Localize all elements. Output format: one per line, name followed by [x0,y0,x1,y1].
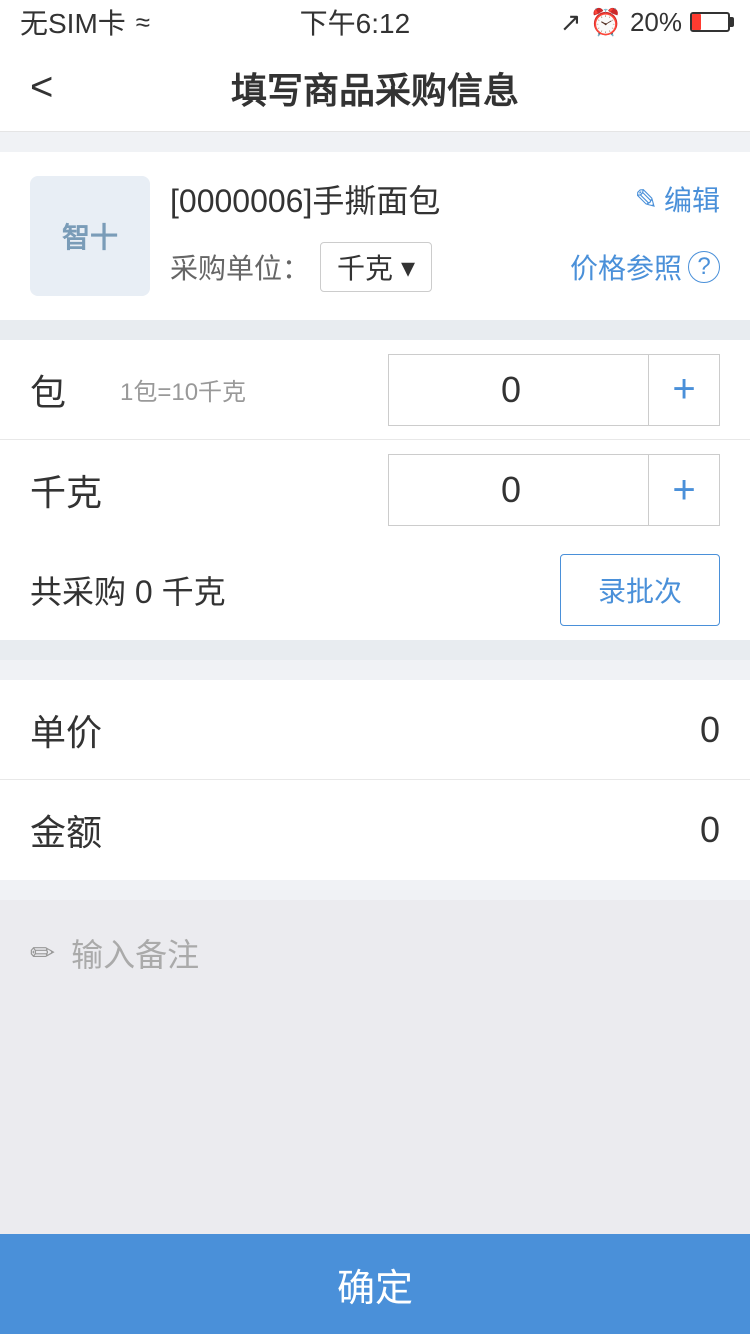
price-section: 单价 0 金额 0 [0,680,750,880]
bag-label: 包 [30,364,110,416]
section-divider-1 [0,320,750,340]
bag-input-controls: + [388,354,720,426]
wifi-icon: ≈ [136,7,150,38]
product-name-row: [0000006]手撕面包 ✎ 编辑 [170,176,720,222]
pencil-icon: ✏ [30,936,55,971]
status-left: 无SIM卡 ≈ [20,2,150,42]
product-unit-row: 采购单位： 千克 ▾ 价格参照 ? [170,242,720,292]
section-divider-2 [0,640,750,660]
product-name: [0000006]手撕面包 [170,176,440,222]
kg-input-row: 千克 + [0,440,750,540]
summary-text: 共采购 0 千克 [30,567,226,613]
edit-button[interactable]: ✎ 编辑 [635,179,720,219]
bag-quantity-input[interactable] [388,354,648,426]
nav-bar: < 填写商品采购信息 [0,44,750,132]
bottom-filler [0,1006,750,1234]
back-button[interactable]: < [30,65,53,110]
status-right: ↗ ⏰ 20% [560,7,730,38]
bag-input-row: 包 1包=10千克 + [0,340,750,440]
battery-percent: 20% [630,7,682,38]
kg-label: 千克 [30,464,110,516]
confirm-button[interactable]: 确定 [0,1234,750,1334]
unit-price-label: 单价 [30,704,102,756]
unit-price-row: 单价 0 [0,680,750,780]
alarm-icon: ⏰ [590,7,622,38]
bag-plus-button[interactable]: + [648,354,720,426]
page-title: 填写商品采购信息 [231,62,519,114]
unit-price-value: 0 [700,709,720,751]
product-thumbnail: 智十 [30,176,150,296]
note-placeholder: 输入备注 [71,930,199,976]
price-ref-button[interactable]: 价格参照 ? [570,247,720,287]
product-card: 智十 [0000006]手撕面包 ✎ 编辑 采购单位： 千克 ▾ [0,152,750,320]
bag-sub-label: 1包=10千克 [120,372,246,407]
record-batch-button[interactable]: 录批次 [560,554,720,626]
help-icon: ? [688,251,720,283]
note-section[interactable]: ✏ 输入备注 [0,900,750,1006]
record-batch-label: 录批次 [598,570,682,610]
product-info: [0000006]手撕面包 ✎ 编辑 采购单位： 千克 ▾ 价格参照 ? [170,176,720,292]
location-icon: ↗ [560,7,582,38]
amount-value: 0 [700,809,720,851]
amount-label: 金额 [30,804,102,856]
status-time: 下午6:12 [300,2,411,42]
carrier-text: 无SIM卡 [20,2,126,42]
edit-label: 编辑 [664,179,720,219]
price-ref-label: 价格参照 [570,247,682,287]
edit-icon: ✎ [635,183,658,216]
input-section: 包 1包=10千克 + 千克 + [0,340,750,540]
unit-label: 采购单位： [170,247,310,287]
confirm-label: 确定 [337,1257,413,1312]
amount-row: 金额 0 [0,780,750,880]
unit-value: 千克 [337,247,393,287]
unit-select[interactable]: 千克 ▾ [320,242,432,292]
product-thumb-text: 智十 [62,216,118,256]
dropdown-arrow-icon: ▾ [401,251,415,284]
kg-plus-button[interactable]: + [648,454,720,526]
kg-quantity-input[interactable] [388,454,648,526]
status-bar: 无SIM卡 ≈ 下午6:12 ↗ ⏰ 20% [0,0,750,44]
battery-indicator [690,12,730,32]
kg-input-controls: + [388,454,720,526]
summary-row: 共采购 0 千克 录批次 [0,540,750,640]
